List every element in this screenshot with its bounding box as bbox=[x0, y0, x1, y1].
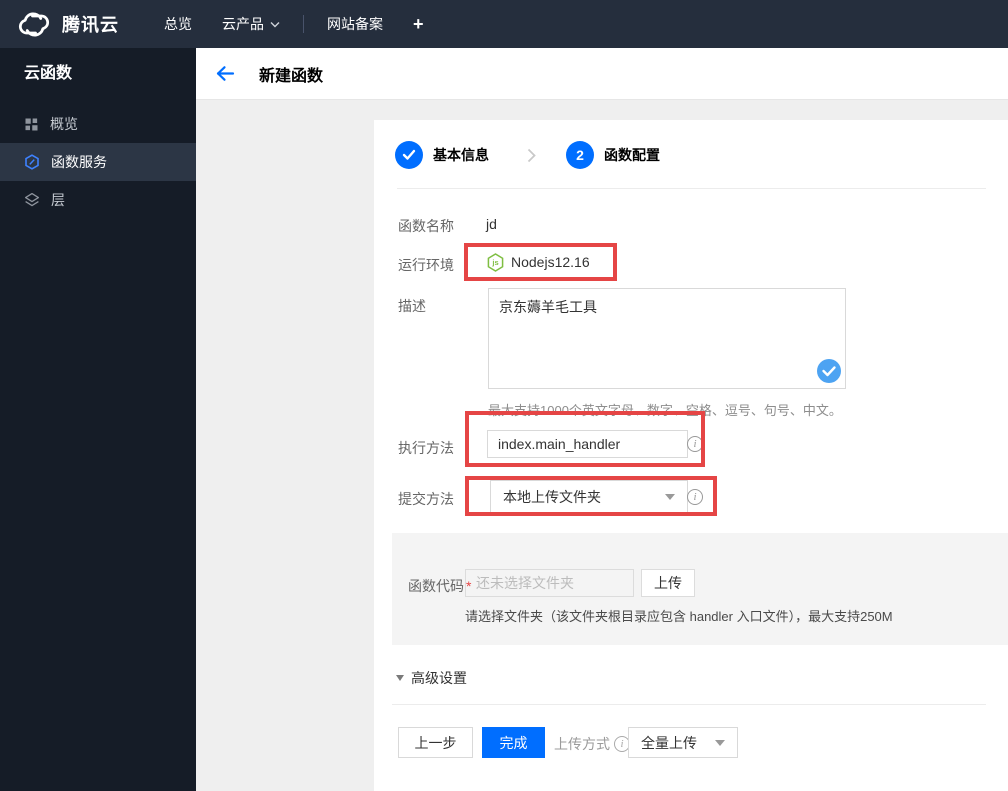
sidebar-item-label: 层 bbox=[51, 192, 65, 208]
function-code-hint: 请选择文件夹（该文件夹根目录应包含 handler 入口文件），最大支持250M bbox=[465, 609, 893, 624]
runtime-value-text: Nodejs12.16 bbox=[511, 254, 590, 270]
finish-button[interactable]: 完成 bbox=[482, 727, 545, 758]
function-name-label: 函数名称 bbox=[398, 218, 454, 234]
nodejs-icon: js bbox=[487, 252, 504, 272]
handler-input[interactable] bbox=[487, 430, 688, 458]
caret-down-icon bbox=[715, 739, 725, 746]
step2-number-circle: 2 bbox=[566, 141, 594, 169]
divider bbox=[397, 188, 986, 189]
step1-label: 基本信息 bbox=[433, 147, 489, 163]
handler-label: 执行方法 bbox=[398, 440, 454, 456]
page-header: 新建函数 bbox=[196, 48, 1008, 100]
submit-method-select[interactable]: 本地上传文件夹 bbox=[490, 480, 688, 513]
nav-item-overview[interactable]: 总览 bbox=[149, 0, 207, 48]
advanced-settings-label: 高级设置 bbox=[411, 670, 467, 686]
nav-add-tab-button[interactable]: + bbox=[398, 0, 439, 48]
step-function-config[interactable]: 2 函数配置 bbox=[566, 141, 660, 169]
nav-item-website-beian[interactable]: 网站备案 bbox=[312, 0, 398, 48]
nav-item-cloud-products[interactable]: 云产品 bbox=[207, 0, 295, 48]
function-name-value: jd bbox=[486, 216, 497, 232]
advanced-settings-toggle[interactable]: 高级设置 bbox=[396, 668, 467, 688]
folder-path-input[interactable] bbox=[465, 569, 634, 597]
nav-divider bbox=[303, 15, 304, 33]
sidebar-item-layers[interactable]: 层 bbox=[0, 181, 196, 219]
triangle-down-icon bbox=[396, 675, 404, 681]
upload-mode-value: 全量上传 bbox=[641, 734, 697, 751]
page-title: 新建函数 bbox=[259, 67, 324, 85]
sidebar-item-function-service[interactable]: 函数服务 bbox=[0, 143, 196, 181]
step2-label: 函数配置 bbox=[604, 147, 660, 163]
sidebar-item-label: 函数服务 bbox=[51, 154, 107, 170]
chevron-down-icon bbox=[270, 21, 280, 27]
sidebar-product-title: 云函数 bbox=[24, 65, 73, 82]
submit-method-info-icon[interactable] bbox=[687, 489, 703, 505]
sidebar: 云函数 概览 函数服务 层 bbox=[0, 48, 196, 791]
step-chevron bbox=[527, 148, 536, 163]
function-code-section: 函数代码* 上传 请选择文件夹（该文件夹根目录应包含 handler 入口文件）… bbox=[392, 533, 1008, 645]
step-indicator: 基本信息 2 函数配置 bbox=[395, 141, 660, 169]
arrow-left-icon bbox=[216, 66, 235, 81]
submit-method-value: 本地上传文件夹 bbox=[503, 488, 601, 505]
submit-method-label: 提交方法 bbox=[398, 491, 454, 507]
logo-text: 腾讯云 bbox=[62, 15, 119, 35]
create-function-card: 基本信息 2 函数配置 函数名称 jd 运行环境 js Nodejs12.16 bbox=[374, 120, 1008, 791]
top-navigation-bar: 腾讯云 总览 云产品 网站备案 + bbox=[0, 0, 1008, 48]
nodejs-icon-text: js bbox=[491, 258, 498, 267]
tencent-cloud-console: 腾讯云 总览 云产品 网站备案 + 云函数 概览 函数服务 层 新建函数 基本信… bbox=[0, 0, 1008, 791]
previous-step-button[interactable]: 上一步 bbox=[398, 727, 473, 758]
top-nav-menu: 总览 云产品 网站备案 + bbox=[149, 0, 439, 48]
sidebar-item-overview[interactable]: 概览 bbox=[0, 105, 196, 143]
upload-mode-label: 上传方式 bbox=[554, 736, 610, 752]
chevron-right-icon bbox=[527, 148, 536, 162]
upload-mode-select[interactable]: 全量上传 bbox=[628, 727, 738, 758]
upload-mode: 上传方式 bbox=[554, 734, 630, 754]
function-hexagon-icon bbox=[25, 154, 39, 170]
validation-check-icon bbox=[817, 359, 841, 388]
divider bbox=[392, 704, 986, 705]
function-code-label: 函数代码 * bbox=[408, 578, 472, 594]
description-label: 描述 bbox=[398, 298, 426, 314]
description-textarea[interactable]: 京东薅羊毛工具 bbox=[488, 288, 846, 389]
sidebar-item-label: 概览 bbox=[50, 116, 78, 132]
description-hint: 最大支持1000个英文字母、数字、空格、逗号、句号、中文。 bbox=[488, 403, 842, 418]
upload-button[interactable]: 上传 bbox=[641, 569, 695, 597]
grid-icon bbox=[25, 118, 38, 130]
step-basic-info[interactable]: 基本信息 bbox=[395, 141, 489, 169]
back-button[interactable] bbox=[213, 62, 237, 86]
caret-down-icon bbox=[665, 493, 675, 500]
layers-icon bbox=[24, 192, 40, 207]
handler-info-icon[interactable] bbox=[687, 436, 703, 452]
cloud-logo-icon bbox=[18, 11, 50, 37]
check-icon bbox=[402, 149, 416, 160]
runtime-value: js Nodejs12.16 bbox=[487, 250, 594, 274]
runtime-label: 运行环境 bbox=[398, 257, 454, 273]
step1-check-circle bbox=[395, 141, 423, 169]
tencent-cloud-logo[interactable]: 腾讯云 bbox=[15, 11, 119, 38]
